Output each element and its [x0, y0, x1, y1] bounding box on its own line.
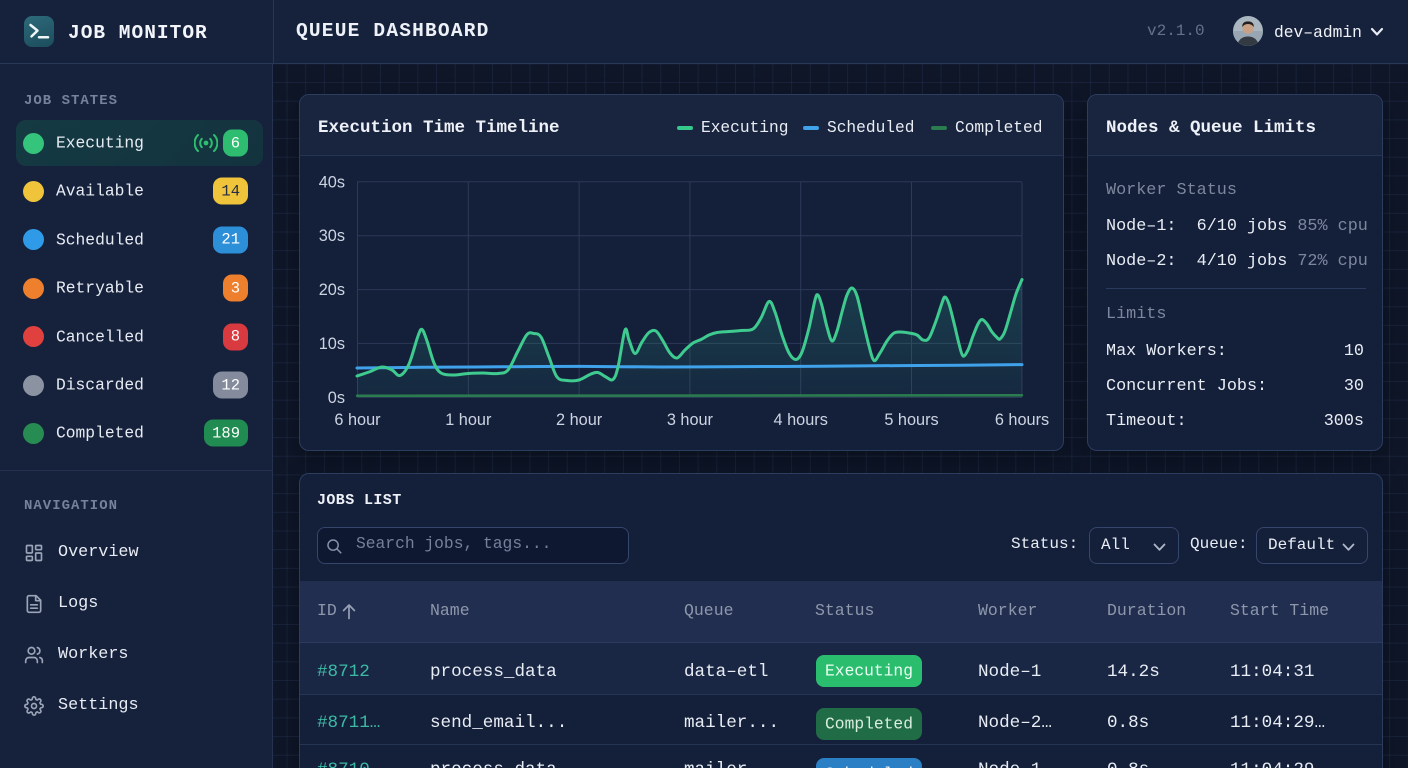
- svg-text:6 hours: 6 hours: [995, 411, 1049, 429]
- svg-text:20s: 20s: [319, 281, 345, 299]
- svg-text:10s: 10s: [319, 335, 345, 353]
- svg-text:0s: 0s: [328, 389, 345, 407]
- svg-text:5 hours: 5 hours: [884, 411, 938, 429]
- svg-text:4 hours: 4 hours: [774, 411, 828, 429]
- svg-text:6 hour: 6 hour: [334, 411, 381, 429]
- svg-text:2 hour: 2 hour: [556, 411, 603, 429]
- svg-text:30s: 30s: [319, 227, 345, 245]
- svg-text:3 hour: 3 hour: [667, 411, 714, 429]
- svg-text:1 hour: 1 hour: [445, 411, 492, 429]
- svg-text:40s: 40s: [319, 173, 345, 191]
